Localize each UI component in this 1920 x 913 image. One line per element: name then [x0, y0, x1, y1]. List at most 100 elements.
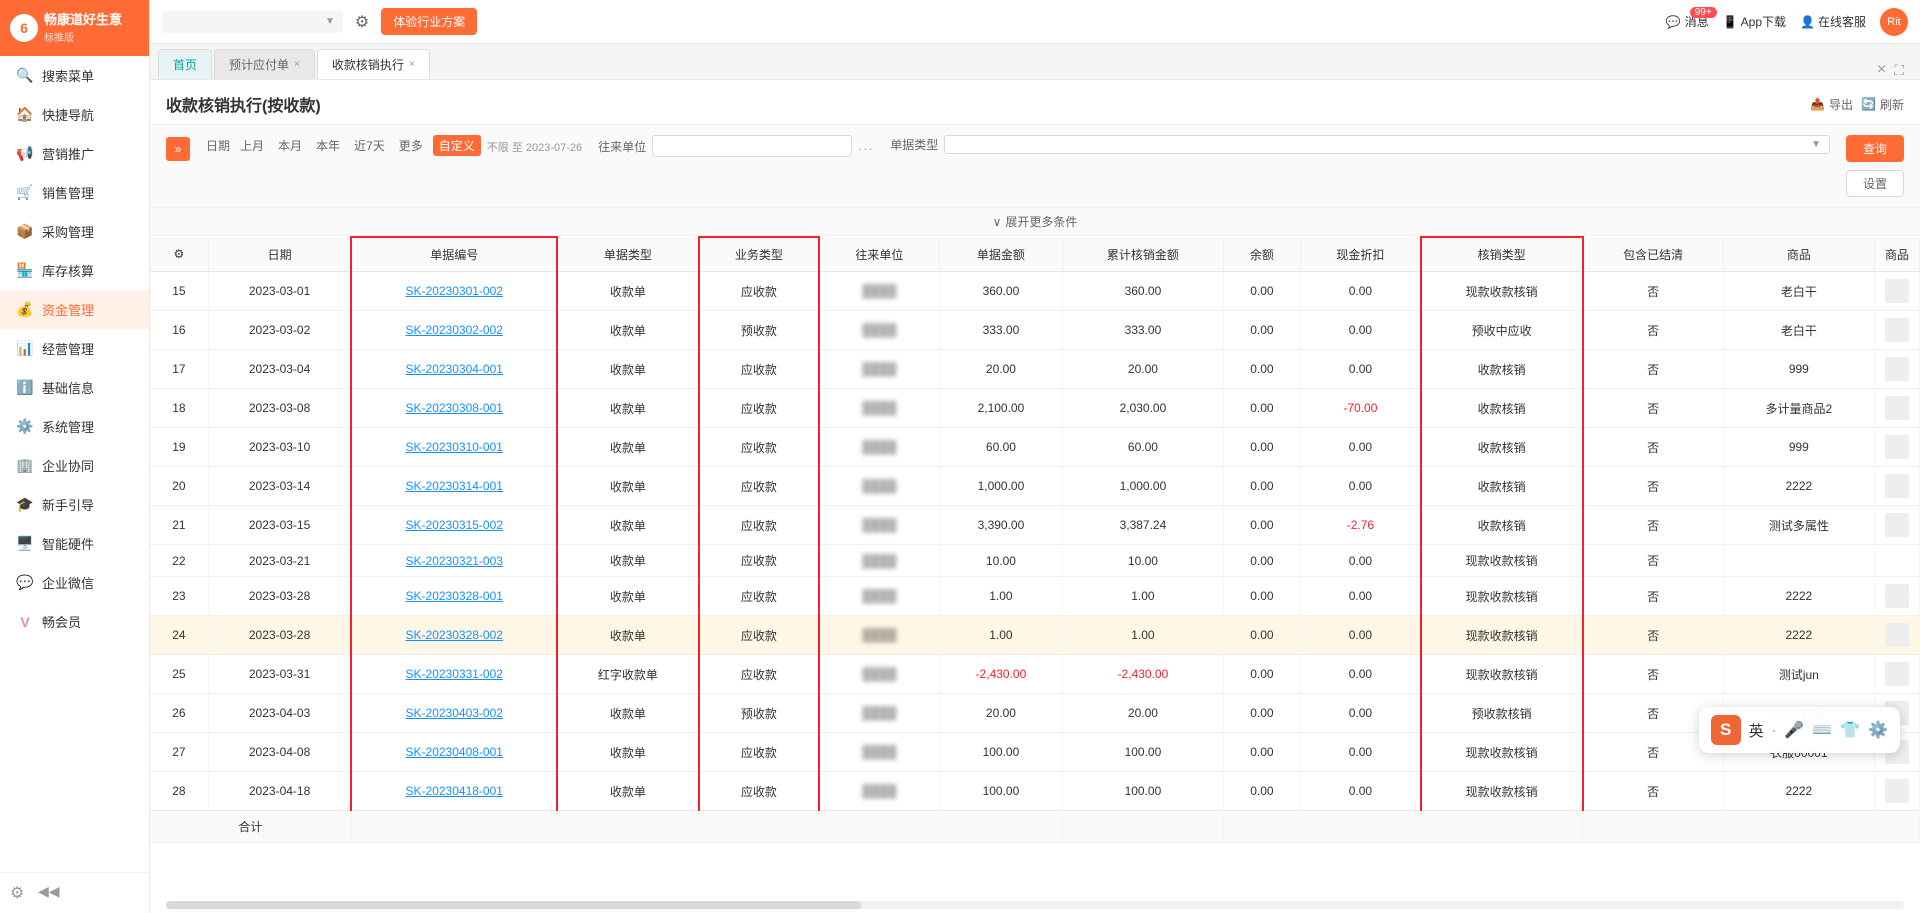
- filter-this-year[interactable]: 本年: [312, 135, 344, 156]
- tools-icon[interactable]: ⚙️: [1868, 720, 1888, 740]
- cell-sn[interactable]: SK-20230408-001: [351, 733, 557, 772]
- sidebar-item-inventory[interactable]: 🏪 库存核算: [0, 251, 149, 290]
- filter-custom[interactable]: 自定义: [433, 135, 481, 156]
- tab-home[interactable]: 首页: [158, 49, 212, 79]
- sidebar-item-finance[interactable]: 💰 资金管理: [0, 290, 149, 329]
- cell-sn[interactable]: SK-20230301-002: [351, 272, 557, 311]
- cell-balance: 0.00: [1223, 311, 1301, 350]
- setting-button[interactable]: 设置: [1846, 170, 1904, 197]
- cell-sn[interactable]: SK-20230331-002: [351, 655, 557, 694]
- footer-doctype: [557, 811, 698, 843]
- cell-partner: ████: [819, 389, 939, 428]
- refresh-button[interactable]: 🔄 刷新: [1861, 96, 1904, 113]
- cell-sn[interactable]: SK-20230304-001: [351, 350, 557, 389]
- sidebar-item-operation[interactable]: 📊 经营管理: [0, 329, 149, 368]
- topbar-message[interactable]: 💬 消息 99+: [1666, 13, 1709, 30]
- col-balance[interactable]: 余额: [1223, 237, 1301, 272]
- col-verifytype[interactable]: 核销类型: [1421, 237, 1583, 272]
- filter-more[interactable]: 更多: [395, 135, 427, 156]
- sidebar-item-quicknav[interactable]: 🏠 快捷导航: [0, 95, 149, 134]
- topbar-avatar[interactable]: Rit: [1880, 8, 1908, 36]
- shirt-icon[interactable]: 👕: [1840, 720, 1860, 740]
- scrollbar-thumb[interactable]: [166, 901, 861, 909]
- col-partner[interactable]: 往来单位: [819, 237, 939, 272]
- cell-no: 24: [150, 616, 208, 655]
- expand-button[interactable]: ∨ 展开更多条件: [993, 213, 1078, 230]
- filter-date-label: 日期: [206, 137, 230, 154]
- col-date[interactable]: 日期: [208, 237, 351, 272]
- cell-sn[interactable]: SK-20230315-002: [351, 506, 557, 545]
- cell-goods: 2222: [1723, 467, 1874, 506]
- cell-no: 20: [150, 467, 208, 506]
- sidebar-item-sales[interactable]: 🛒 销售管理: [0, 173, 149, 212]
- table-wrap[interactable]: ⚙ 日期 单据编号 单据类型 业务类型 往来单位 单据金额 累计核销金额 余额 …: [150, 236, 1920, 901]
- filter-toggle-button[interactable]: »: [166, 137, 190, 161]
- cell-include: 否: [1583, 655, 1724, 694]
- tab-verify[interactable]: 收款核销执行 ×: [317, 49, 430, 79]
- tab-prepay-label: 预计应付单: [229, 56, 289, 73]
- footer-verifytype: [1421, 811, 1583, 843]
- sidebar-item-purchase[interactable]: 📦 采购管理: [0, 212, 149, 251]
- topbar-search-input[interactable]: [170, 15, 325, 29]
- tab-verify-close-icon[interactable]: ×: [409, 59, 415, 70]
- col-discount[interactable]: 现金折扣: [1301, 237, 1421, 272]
- industry-solution-button[interactable]: 体验行业方案: [381, 8, 477, 35]
- topbar-gear-icon[interactable]: ⚙: [355, 12, 369, 32]
- cell-sn[interactable]: SK-20230310-001: [351, 428, 557, 467]
- sidebar-item-basic[interactable]: ℹ️ 基础信息: [0, 368, 149, 407]
- logo-text-group: 畅康道好生意 标推版: [44, 12, 122, 44]
- cell-sn[interactable]: SK-20230321-003: [351, 545, 557, 577]
- app-label: App下载: [1741, 13, 1786, 30]
- sidebar-item-marketing[interactable]: 📢 营销推广: [0, 134, 149, 173]
- cell-verifytype: 现款收款核销: [1421, 772, 1583, 811]
- mic-icon[interactable]: 🎤: [1784, 720, 1804, 740]
- phone-icon: 📱: [1723, 15, 1738, 29]
- tab-expand-icon[interactable]: ⛶: [1894, 62, 1904, 79]
- cell-biztype: 应收款: [699, 350, 820, 389]
- topbar-online-service[interactable]: 👤 在线客服: [1800, 13, 1866, 30]
- sidebar-item-search[interactable]: 🔍 搜索菜单: [0, 56, 149, 95]
- collapse-icon[interactable]: ◀◀: [38, 883, 58, 903]
- cell-sn[interactable]: SK-20230418-001: [351, 772, 557, 811]
- logo-badge: 标推版: [44, 29, 122, 44]
- sidebar-item-newguide[interactable]: 🎓 新手引导: [0, 485, 149, 524]
- topbar-app-download[interactable]: 📱 App下载: [1723, 13, 1786, 30]
- col-includeclear[interactable]: 包含已结清: [1583, 237, 1724, 272]
- tab-prepay-close-icon[interactable]: ×: [294, 59, 300, 70]
- col-goods1[interactable]: 商品: [1723, 237, 1874, 272]
- export-button[interactable]: 📤 导出: [1810, 96, 1853, 113]
- filter-this-month[interactable]: 本月: [274, 135, 306, 156]
- col-gear[interactable]: ⚙: [150, 237, 208, 272]
- cell-sn[interactable]: SK-20230403-002: [351, 694, 557, 733]
- sidebar-item-system[interactable]: ⚙️ 系统管理: [0, 407, 149, 446]
- col-doctype[interactable]: 单据类型: [557, 237, 698, 272]
- col-goods2[interactable]: 商品: [1874, 237, 1919, 272]
- col-amount[interactable]: 单据金额: [939, 237, 1063, 272]
- sidebar-item-member[interactable]: V 畅会员: [0, 602, 149, 641]
- sidebar-item-wechat[interactable]: 💬 企业微信: [0, 563, 149, 602]
- tab-close-all-icon[interactable]: ×: [1877, 61, 1886, 79]
- cell-sn[interactable]: SK-20230302-002: [351, 311, 557, 350]
- cell-sn[interactable]: SK-20230328-002: [351, 616, 557, 655]
- filter-doctype-select[interactable]: ▼: [944, 135, 1830, 154]
- keyboard-icon[interactable]: ⌨️: [1812, 720, 1832, 740]
- settings-icon[interactable]: ⚙: [10, 883, 30, 903]
- filter-partner-dots[interactable]: ...: [858, 139, 874, 153]
- query-button[interactable]: 查询: [1846, 135, 1904, 162]
- cell-sn[interactable]: SK-20230308-001: [351, 389, 557, 428]
- filter-partner-input[interactable]: [652, 135, 852, 157]
- filter-7days[interactable]: 近7天: [350, 135, 389, 156]
- tab-prepay[interactable]: 预计应付单 ×: [214, 49, 315, 79]
- col-biztype[interactable]: 业务类型: [699, 237, 820, 272]
- sidebar-item-enterprise[interactable]: 🏢 企业协同: [0, 446, 149, 485]
- cell-sn[interactable]: SK-20230328-001: [351, 577, 557, 616]
- col-sn[interactable]: 单据编号: [351, 237, 557, 272]
- filter-last-month[interactable]: 上月: [236, 135, 268, 156]
- cell-goods: 2222: [1723, 772, 1874, 811]
- sidebar-item-hardware[interactable]: 🖥️ 智能硬件: [0, 524, 149, 563]
- cell-partner: ████: [819, 772, 939, 811]
- cell-no: 17: [150, 350, 208, 389]
- cell-sn[interactable]: SK-20230314-001: [351, 467, 557, 506]
- col-verified[interactable]: 累计核销金额: [1063, 237, 1223, 272]
- horizontal-scrollbar[interactable]: [166, 901, 1904, 909]
